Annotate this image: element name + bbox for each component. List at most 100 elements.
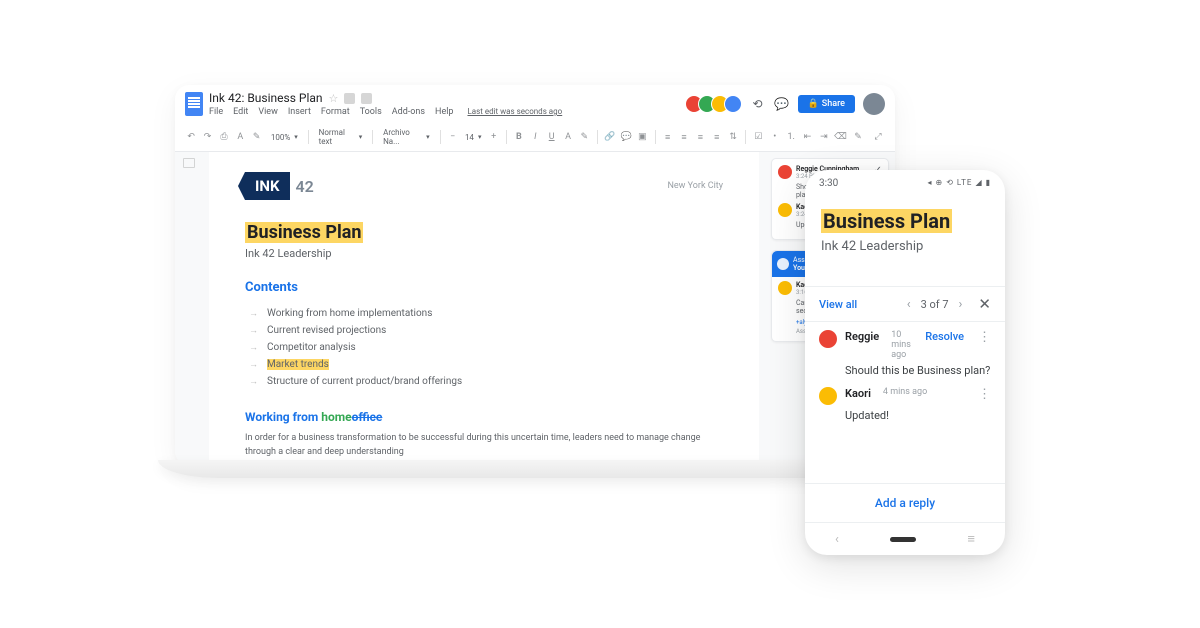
comment-time: 4 mins ago [883, 387, 927, 397]
prev-icon[interactable]: ‹ [907, 297, 911, 312]
redo-icon[interactable]: ↷ [201, 130, 213, 144]
toc-item[interactable]: Market trends [245, 356, 723, 373]
close-icon[interactable]: ✕ [978, 295, 991, 313]
add-reply-button[interactable]: Add a reply [805, 483, 1005, 522]
laptop-device: Ink 42: Business Plan ☆ File Edit View I… [175, 85, 895, 465]
doc-h1: Business Plan [245, 222, 363, 243]
outdent-icon[interactable]: ⇤ [801, 130, 813, 144]
outline-panel[interactable] [175, 152, 203, 465]
next-icon[interactable]: › [959, 297, 963, 312]
toc-list: Working from home implementations Curren… [245, 305, 723, 390]
align-right-icon[interactable]: ≡ [694, 130, 706, 144]
menu-bar: File Edit View Insert Format Tools Add-o… [209, 107, 684, 117]
font-plus-icon[interactable]: + [487, 130, 499, 144]
phone-comment[interactable]: Kaori 4 mins ago ⋮ [819, 387, 991, 405]
more-icon[interactable]: ⋮ [978, 387, 991, 402]
back-icon[interactable]: ‹ [835, 532, 839, 547]
doc-subtitle: Ink 42 Leadership [245, 247, 723, 260]
recent-icon[interactable]: ≡ [967, 531, 975, 547]
home-handle[interactable] [890, 537, 916, 542]
logo-number: 42 [296, 177, 314, 196]
font-minus-icon[interactable]: − [447, 130, 459, 144]
docs-icon[interactable] [185, 92, 203, 116]
menu-edit[interactable]: Edit [233, 107, 248, 117]
menu-addons[interactable]: Add-ons [392, 107, 425, 117]
spellcheck-icon[interactable]: A [234, 130, 246, 144]
style-select[interactable]: Normal text [315, 126, 367, 148]
toc-item[interactable]: Structure of current product/brand offer… [245, 373, 723, 390]
phone-subtitle: Ink 42 Leadership [821, 239, 989, 254]
menu-format[interactable]: Format [321, 107, 350, 117]
bullet-list-icon[interactable]: • [769, 130, 781, 144]
checklist-icon[interactable]: ☑ [752, 130, 764, 144]
phone-comments-list: Reggie 10 mins ago Resolve ⋮ Should this… [805, 322, 1005, 483]
line-spacing-icon[interactable]: ⇅ [727, 130, 739, 144]
toc-item[interactable]: Competitor analysis [245, 339, 723, 356]
paint-icon[interactable]: ✎ [251, 130, 263, 144]
last-edit-link[interactable]: Last edit was seconds ago [467, 107, 562, 117]
expand-icon[interactable]: ⤢ [871, 130, 885, 144]
laptop-base [158, 460, 912, 478]
undo-icon[interactable]: ↶ [185, 130, 197, 144]
resolve-button[interactable]: Resolve [925, 330, 964, 343]
history-icon[interactable]: ⟲ [750, 96, 766, 112]
collaborator-avatars[interactable] [690, 95, 742, 113]
move-icon[interactable] [344, 93, 355, 104]
indent-icon[interactable]: ⇥ [818, 130, 830, 144]
phone-comment[interactable]: Reggie 10 mins ago Resolve ⋮ [819, 330, 991, 360]
more-icon[interactable]: ⋮ [978, 330, 991, 345]
align-justify-icon[interactable]: ≡ [711, 130, 723, 144]
star-icon[interactable]: ☆ [329, 92, 339, 105]
comments-icon[interactable]: 💬 [774, 96, 790, 112]
phone-time: 3:30 [819, 178, 838, 189]
docs-header: Ink 42: Business Plan ☆ File Edit View I… [175, 85, 895, 123]
doc-title[interactable]: Ink 42: Business Plan [209, 91, 323, 105]
comment-text: Should this be Business plan? [845, 364, 991, 377]
menu-tools[interactable]: Tools [360, 107, 382, 117]
font-select[interactable]: Archivo Na... [379, 126, 434, 148]
cloud-icon[interactable] [361, 93, 372, 104]
company-logo: INK 42 [245, 172, 314, 200]
menu-insert[interactable]: Insert [288, 107, 311, 117]
align-left-icon[interactable]: ≡ [662, 130, 674, 144]
phone-status-bar: 3:30 ◂ ⊕ ⟲ LTE ◢ ▮ [805, 170, 1005, 197]
avatar[interactable] [724, 95, 742, 113]
toc-item[interactable]: Working from home implementations [245, 305, 723, 322]
zoom-select[interactable]: 100% [267, 131, 302, 144]
font-size[interactable]: 14 [463, 131, 484, 144]
menu-help[interactable]: Help [435, 107, 453, 117]
body-text: In order for a business transformation t… [245, 432, 723, 459]
comment-counter: 3 of 7 [921, 298, 949, 311]
link-icon[interactable]: 🔗 [603, 130, 615, 144]
document-page[interactable]: INK 42 New York City Business Plan Ink 4… [209, 152, 759, 465]
bold-icon[interactable]: B [513, 130, 525, 144]
number-list-icon[interactable]: 1. [785, 130, 797, 144]
view-all-link[interactable]: View all [819, 298, 857, 311]
phone-nav-bar: ‹ ≡ [805, 522, 1005, 555]
toc-item[interactable]: Current revised projections [245, 322, 723, 339]
comment-author: Kaori [845, 387, 871, 400]
highlight-icon[interactable]: ✎ [578, 130, 590, 144]
phone-doc-content[interactable]: Business Plan Ink 42 Leadership [805, 197, 1005, 266]
avatar [819, 387, 837, 405]
comment-time: 10 mins ago [891, 330, 917, 360]
underline-icon[interactable]: U [545, 130, 557, 144]
align-center-icon[interactable]: ≡ [678, 130, 690, 144]
outline-icon [183, 158, 195, 168]
text-color-icon[interactable]: A [562, 130, 574, 144]
share-button[interactable]: 🔒 Share [798, 95, 855, 113]
avatar [777, 258, 789, 270]
clear-format-icon[interactable]: ⌫ [834, 130, 847, 144]
comment-author: Reggie [845, 330, 879, 343]
image-icon[interactable]: ▣ [636, 130, 648, 144]
menu-file[interactable]: File [209, 107, 223, 117]
phone-device: 3:30 ◂ ⊕ ⟲ LTE ◢ ▮ Business Plan Ink 42 … [805, 170, 1005, 555]
menu-view[interactable]: View [258, 107, 277, 117]
avatar [778, 281, 792, 295]
editing-mode-icon[interactable]: ✎ [851, 130, 865, 144]
doc-location: New York City [667, 181, 723, 191]
comment-icon[interactable]: 💬 [620, 130, 632, 144]
user-avatar[interactable] [863, 93, 885, 115]
print-icon[interactable]: ⎙ [218, 130, 230, 144]
italic-icon[interactable]: I [529, 130, 541, 144]
